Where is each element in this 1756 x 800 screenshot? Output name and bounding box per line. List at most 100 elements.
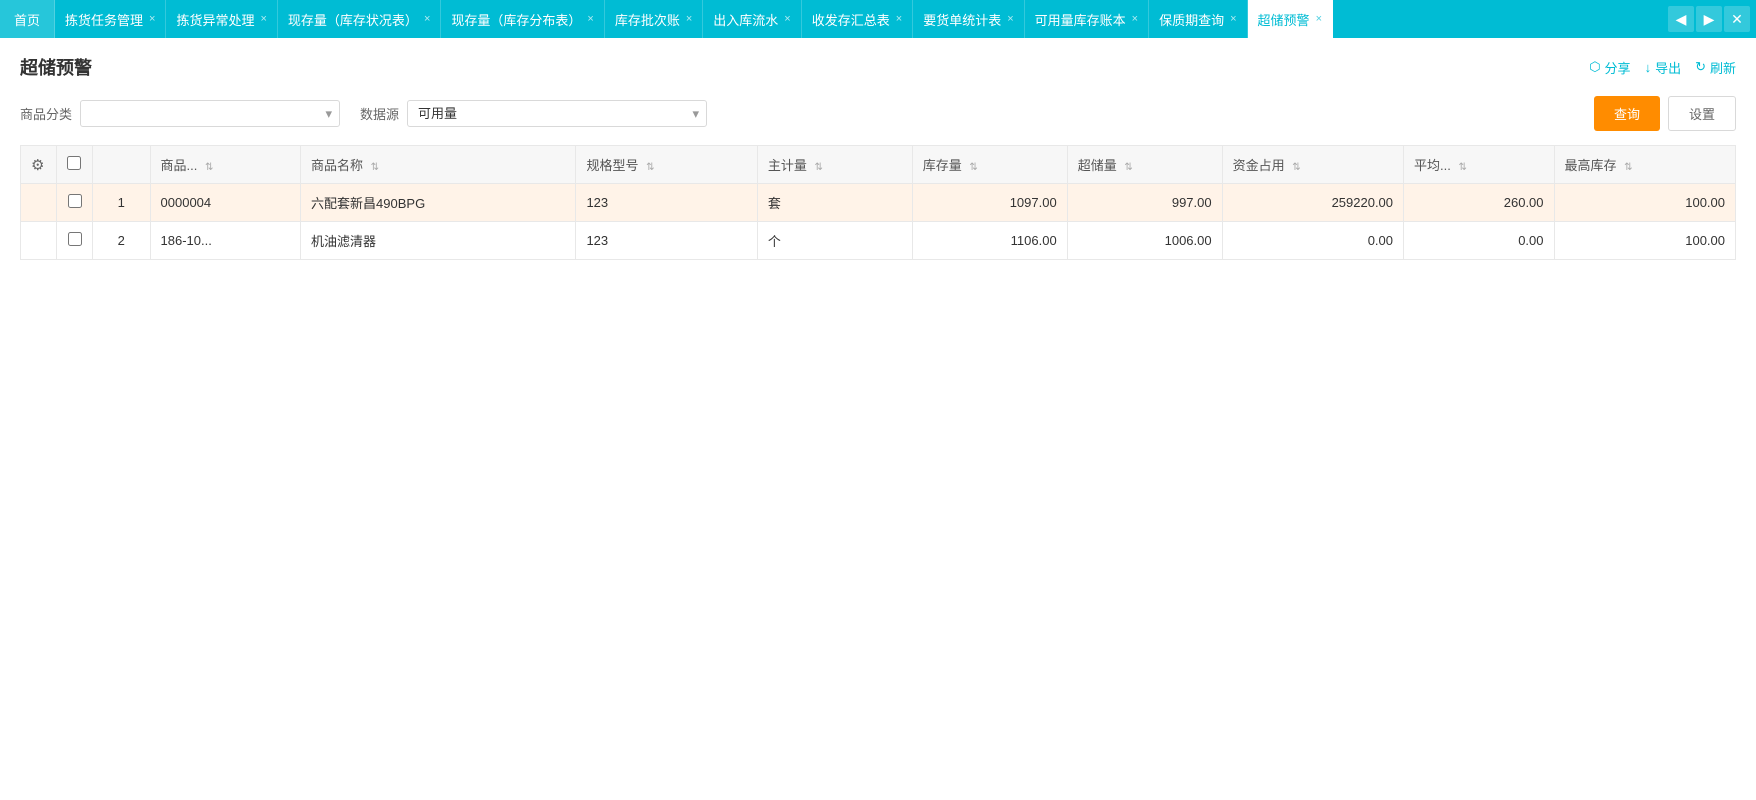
th-spec[interactable]: 规格型号 ⇅ [576,146,757,184]
nav-tab-stock-dist[interactable]: 现存量（库存分布表） × [441,0,604,38]
nav-tab-stock-status-label: 现存量（库存状况表） [288,10,418,29]
refresh-action[interactable]: ↻ 刷新 [1695,58,1736,77]
nav-tab-overstock-warn[interactable]: 超储预警 × [1248,0,1333,38]
nav-tab-stock-status-close[interactable]: × [424,13,430,25]
row-check-0 [57,184,93,222]
row-overstock-0: 997.00 [1067,184,1222,222]
nav-controls: ◀ ▶ ✕ [1668,6,1756,32]
th-sku-code[interactable]: 商品... ⇅ [150,146,301,184]
nav-tab-avail-account-label: 可用量库存账本 [1035,10,1126,29]
share-action[interactable]: ⬡ 分享 [1589,58,1630,77]
share-icon: ⬡ [1589,59,1600,75]
row-capital-1: 0.00 [1222,222,1403,260]
filter-actions: 查询 设置 [1594,96,1736,131]
row-sku-name-1: 机油滤清器 [301,222,576,260]
th-max-stock-label: 最高库存 [1565,158,1617,173]
th-sku-name[interactable]: 商品名称 ⇅ [301,146,576,184]
nav-tab-avail-account-close[interactable]: × [1132,13,1138,25]
filter-datasource-select-wrapper: 可用量 库存量 [407,100,707,127]
nav-tab-overstock-warn-label: 超储预警 [1258,10,1310,29]
nav-arrow-close-all[interactable]: ✕ [1724,6,1750,32]
nav-tab-stock-status[interactable]: 现存量（库存状况表） × [278,0,441,38]
row-sku-name-0: 六配套新昌490BPG [301,184,576,222]
nav-arrow-right[interactable]: ▶ [1696,6,1722,32]
th-capital-label: 资金占用 [1233,158,1285,173]
row-checkbox-1[interactable] [68,232,82,246]
row-checkbox-0[interactable] [68,194,82,208]
nav-tab-stock-dist-label: 现存量（库存分布表） [451,10,581,29]
refresh-icon: ↻ [1695,59,1706,75]
setting-button[interactable]: 设置 [1668,96,1736,131]
th-num [93,146,151,184]
filter-datasource-select[interactable]: 可用量 库存量 [407,100,707,127]
nav-tab-shelf-life-close[interactable]: × [1230,13,1236,25]
nav-tab-shelf-life[interactable]: 保质期查询 × [1149,0,1247,38]
export-icon: ↓ [1645,60,1652,75]
nav-tab-inout-flow-close[interactable]: × [784,13,790,25]
nav-tab-batch-account-close[interactable]: × [686,13,692,25]
nav-tab-avail-account[interactable]: 可用量库存账本 × [1025,0,1149,38]
th-stock-label: 库存量 [923,158,962,173]
export-action[interactable]: ↓ 导出 [1645,58,1682,77]
nav-tab-order-stats[interactable]: 要货单统计表 × [913,0,1024,38]
row-max-stock-0: 100.00 [1554,184,1735,222]
row-num-1: 2 [93,222,151,260]
top-nav: 首页 拣货任务管理 × 拣货异常处理 × 现存量（库存状况表） × 现存量（库存… [0,0,1756,38]
query-button[interactable]: 查询 [1594,96,1660,131]
nav-tab-home[interactable]: 首页 [0,0,55,38]
sku-name-sort-icon: ⇅ [371,162,379,173]
filter-category-select[interactable] [80,100,340,127]
nav-tab-batch-account-label: 库存批次账 [615,10,680,29]
nav-tab-home-label: 首页 [14,10,40,29]
table-header: ⚙ 商品... ⇅ 商品名称 ⇅ 规格型号 ⇅ [21,146,1736,184]
nav-tab-task-mgmt-close[interactable]: × [149,13,155,25]
nav-tab-exception-handle-close[interactable]: × [260,13,266,25]
th-overstock[interactable]: 超储量 ⇅ [1067,146,1222,184]
th-capital[interactable]: 资金占用 ⇅ [1222,146,1403,184]
nav-tab-overstock-warn-close[interactable]: × [1316,13,1322,25]
row-overstock-1: 1006.00 [1067,222,1222,260]
th-avg[interactable]: 平均... ⇅ [1404,146,1555,184]
nav-tab-recv-summary[interactable]: 收发存汇总表 × [802,0,913,38]
page-header: 超储预警 ⬡ 分享 ↓ 导出 ↻ 刷新 [20,54,1736,80]
nav-tab-recv-summary-close[interactable]: × [896,13,902,25]
th-unit[interactable]: 主计量 ⇅ [757,146,912,184]
share-label: 分享 [1605,58,1631,77]
stock-sort-icon: ⇅ [969,162,977,173]
nav-tab-exception-handle[interactable]: 拣货异常处理 × [166,0,277,38]
row-max-stock-1: 100.00 [1554,222,1735,260]
row-sku-code-0: 0000004 [150,184,301,222]
max-stock-sort-icon: ⇅ [1624,162,1632,173]
th-max-stock[interactable]: 最高库存 ⇅ [1554,146,1735,184]
filter-datasource-group: 数据源 可用量 库存量 [360,100,707,127]
nav-tab-shelf-life-label: 保质期查询 [1159,10,1224,29]
page-title: 超储预警 [20,54,92,80]
table-row: 2 186-10... 机油滤清器 123 个 1106.00 1006.00 … [21,222,1736,260]
th-stock[interactable]: 库存量 ⇅ [912,146,1067,184]
row-gear-1 [21,222,57,260]
row-num-0: 1 [93,184,151,222]
filter-datasource-label: 数据源 [360,104,399,123]
nav-tab-batch-account[interactable]: 库存批次账 × [605,0,703,38]
row-stock-1: 1106.00 [912,222,1067,260]
nav-tab-task-mgmt-label: 拣货任务管理 [65,10,143,29]
nav-tab-stock-dist-close[interactable]: × [587,13,593,25]
row-gear-0 [21,184,57,222]
row-sku-code-1: 186-10... [150,222,301,260]
row-stock-0: 1097.00 [912,184,1067,222]
th-sku-code-label: 商品... [161,158,198,173]
th-check [57,146,93,184]
refresh-label: 刷新 [1710,58,1736,77]
filter-category-group: 商品分类 [20,100,340,127]
gear-icon[interactable]: ⚙ [31,157,44,174]
overstock-sort-icon: ⇅ [1124,162,1132,173]
row-capital-0: 259220.00 [1222,184,1403,222]
th-sku-name-label: 商品名称 [311,158,363,173]
nav-tab-inout-flow[interactable]: 出入库流水 × [703,0,801,38]
th-avg-label: 平均... [1414,158,1451,173]
nav-tab-order-stats-close[interactable]: × [1007,13,1013,25]
nav-tab-exception-handle-label: 拣货异常处理 [176,10,254,29]
select-all-checkbox[interactable] [67,156,81,170]
nav-arrow-left[interactable]: ◀ [1668,6,1694,32]
nav-tab-task-mgmt[interactable]: 拣货任务管理 × [55,0,166,38]
